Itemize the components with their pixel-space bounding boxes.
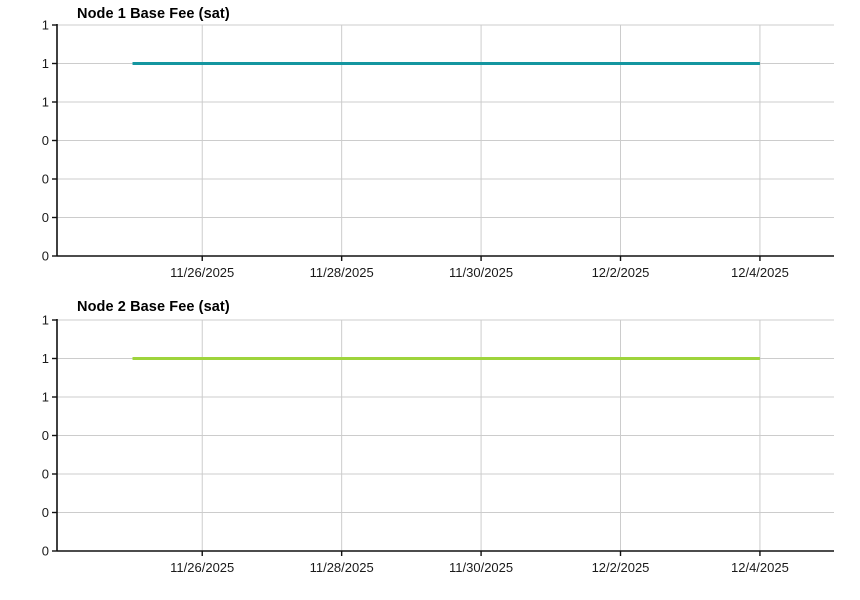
node-1-chart-plot: 11/26/2025 11/28/2025 11/30/2025 12/2/2025 1… (0, 0, 860, 292)
node-1-chart-title: Node 1 Base Fee (sat) (77, 6, 230, 22)
charts-page: Node 1 Base Fee (sat) 11/26/2025 11/28/20… (0, 0, 860, 600)
y-axis-tick-label: 0 (42, 172, 49, 187)
y-axis-tick-label: 0 (42, 467, 49, 482)
y-axis-tick-label: 0 (42, 249, 49, 264)
y-axis-tick-label: 0 (42, 428, 49, 443)
y-axis-tick-label: 0 (42, 544, 49, 559)
x-axis-tick-label: 11/30/2025 (449, 560, 513, 575)
y-axis-tick-label: 1 (42, 351, 49, 366)
y-axis-tick-label: 1 (42, 313, 49, 328)
node-2-chart-plot: 11/26/2025 11/28/2025 11/30/2025 12/2/2025 1… (0, 295, 860, 600)
y-axis-tick-label: 1 (42, 95, 49, 110)
x-axis-tick-label: 11/28/2025 (310, 265, 374, 280)
x-axis-tick-label: 11/28/2025 (310, 560, 374, 575)
x-axis-tick-label: 12/2/2025 (592, 265, 650, 280)
node-2-chart-title: Node 2 Base Fee (sat) (77, 299, 230, 315)
x-axis-tick-label: 11/26/2025 (170, 265, 234, 280)
x-axis-tick-label: 12/2/2025 (592, 560, 650, 575)
x-axis-tick-label: 12/4/2025 (731, 265, 789, 280)
y-axis-tick-label: 0 (42, 210, 49, 225)
y-axis-tick-label: 0 (42, 133, 49, 148)
x-axis-tick-label: 11/30/2025 (449, 265, 513, 280)
y-axis-tick-label: 0 (42, 505, 49, 520)
node-2-base-fee-chart: Node 2 Base Fee (sat) 11/26/2025 11/28/20… (0, 295, 860, 600)
x-axis-tick-label: 11/26/2025 (170, 560, 234, 575)
x-axis-tick-label: 12/4/2025 (731, 560, 789, 575)
node-1-base-fee-chart: Node 1 Base Fee (sat) 11/26/2025 11/28/20… (0, 0, 860, 292)
y-axis-tick-label: 1 (42, 390, 49, 405)
y-axis-tick-label: 1 (42, 18, 49, 33)
y-axis-tick-label: 1 (42, 56, 49, 71)
